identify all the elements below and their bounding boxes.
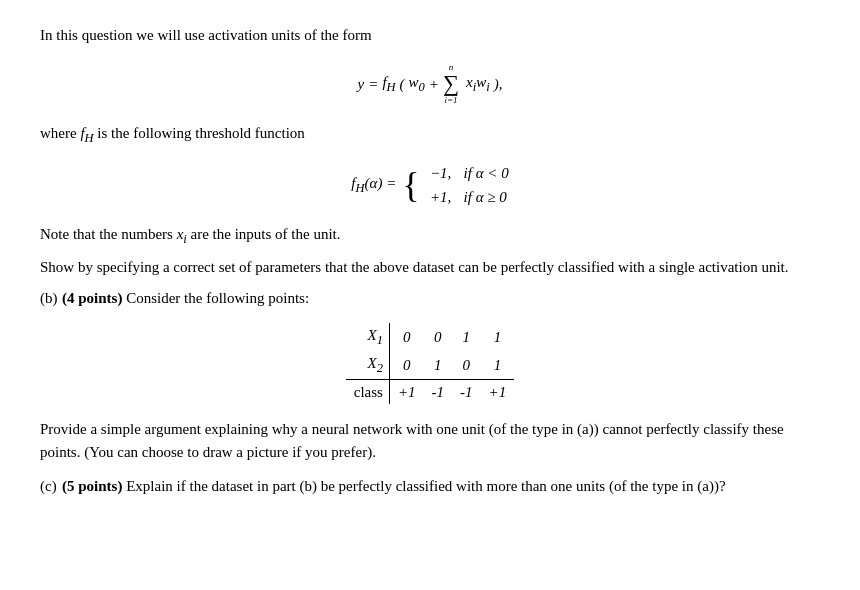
provide-text: Provide a simple argument explaining why… (40, 421, 784, 460)
y-expression: y = fH ( w0 + n ∑ i=1 xiwi ), (358, 61, 503, 108)
where-paragraph: where fH is the following threshold func… (40, 122, 820, 148)
classification-table: X1 0 0 1 1 X2 0 1 0 1 class (346, 323, 514, 404)
plus-sign: + (429, 73, 439, 96)
class-val-1: +1 (389, 379, 423, 404)
where-rest: is the following threshold function (97, 125, 304, 141)
sum-body: xiwi (466, 71, 490, 97)
case-2: +1, if α ≥ 0 (426, 186, 509, 209)
part-c-letter: (c) (40, 475, 58, 498)
fH-inline: fH (80, 125, 93, 141)
table-row-class: class +1 -1 -1 +1 (346, 379, 514, 404)
table-row-x2: X2 0 1 0 1 (346, 351, 514, 379)
part-c-body: Explain if the dataset in part (b) be pe… (126, 478, 725, 494)
part-b-letter: (b) (40, 287, 58, 310)
x1-val-4: 1 (481, 323, 515, 351)
provide-paragraph: Provide a simple argument explaining why… (40, 418, 820, 463)
show-text: Show by specifying a correct set of para… (40, 259, 788, 275)
note-xi: xi (177, 226, 187, 242)
x1-val-2: 0 (424, 323, 453, 351)
equals: = (368, 73, 378, 96)
case2-cond: if α ≥ 0 (464, 186, 507, 209)
x2-val-4: 1 (481, 351, 515, 379)
part-c-content: (5 points) Explain if the dataset in par… (62, 475, 820, 498)
w0: w0 (409, 71, 425, 97)
part-c-label-row: (c) (5 points) Explain if the dataset in… (40, 475, 820, 498)
class-val-3: -1 (452, 379, 481, 404)
page-content: In this question we will use activation … (40, 24, 820, 498)
x2-label: X2 (346, 351, 390, 379)
intro-paragraph: In this question we will use activation … (40, 24, 820, 47)
part-b-label-row: (b) (4 points) Consider the following po… (40, 287, 820, 310)
class-val-4: +1 (481, 379, 515, 404)
y-label: y (358, 73, 365, 96)
case2-val: +1, (426, 186, 456, 209)
piecewise-cases: −1, if α < 0 +1, if α ≥ 0 (426, 162, 509, 209)
note-text: Note that the numbers (40, 226, 177, 242)
data-table-section: X1 0 0 1 1 X2 0 1 0 1 class (40, 323, 820, 404)
case-1: −1, if α < 0 (426, 162, 509, 185)
intro-text: In this question we will use activation … (40, 27, 372, 43)
x1-val-3: 1 (452, 323, 481, 351)
table-row-x1: X1 0 0 1 1 (346, 323, 514, 351)
part-b-text: Consider the following points: (126, 290, 309, 306)
class-label: class (346, 379, 390, 404)
where-text: where (40, 125, 80, 141)
case1-val: −1, (426, 162, 456, 185)
fH-piecewise-label: fH(α) = (351, 172, 396, 198)
class-val-2: -1 (424, 379, 453, 404)
x2-val-3: 0 (452, 351, 481, 379)
show-paragraph: Show by specifying a correct set of para… (40, 256, 820, 279)
part-c-section: (c) (5 points) Explain if the dataset in… (40, 475, 820, 498)
x1-label: X1 (346, 323, 390, 351)
formula-y-display: y = fH ( w0 + n ∑ i=1 xiwi ), (40, 61, 820, 108)
piecewise-container: fH(α) = { −1, if α < 0 +1, if α ≥ 0 (351, 162, 508, 209)
summation: n ∑ i=1 (443, 61, 459, 108)
note-rest: are the inputs of the unit. (187, 226, 341, 242)
sigma-lower: i=1 (444, 94, 457, 108)
part-b-content: (4 points) Consider the following points… (62, 287, 820, 310)
x1-val-1: 0 (389, 323, 423, 351)
brace-symbol: { (402, 167, 419, 203)
x2-val-1: 0 (389, 351, 423, 379)
sigma-symbol: ∑ (443, 74, 459, 94)
open-paren: ( (400, 73, 405, 96)
part-b-points: (4 points) (62, 290, 122, 306)
x2-val-2: 1 (424, 351, 453, 379)
close-paren: ), (494, 73, 503, 96)
piecewise-display: fH(α) = { −1, if α < 0 +1, if α ≥ 0 (40, 162, 820, 209)
note-paragraph: Note that the numbers xi are the inputs … (40, 223, 820, 249)
part-b-section: (b) (4 points) Consider the following po… (40, 287, 820, 464)
fH-func: fH (382, 71, 395, 97)
case1-cond: if α < 0 (464, 162, 509, 185)
part-c-points: (5 points) (62, 478, 122, 494)
